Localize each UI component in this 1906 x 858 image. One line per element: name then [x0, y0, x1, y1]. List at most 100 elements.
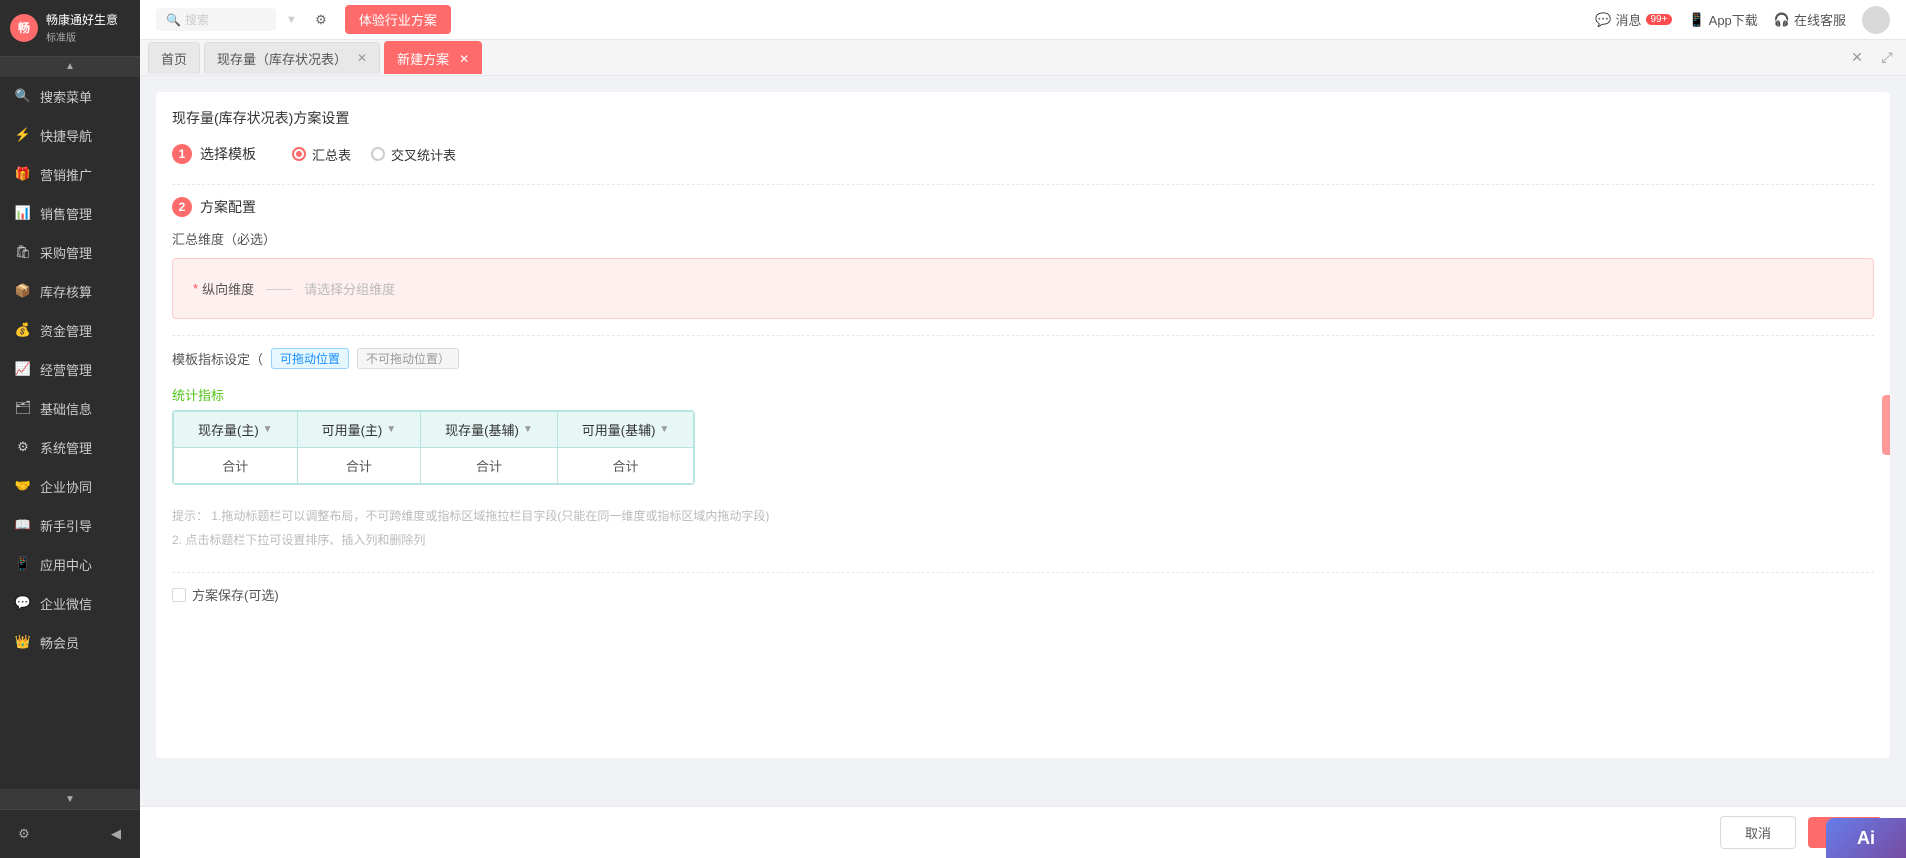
col-dropdown-3[interactable]: 可用量(基辅) ▼	[582, 420, 670, 439]
cell-3: 合计	[557, 448, 694, 484]
app-center-icon: 📱	[14, 555, 32, 573]
tab-new-plan[interactable]: 新建方案 ✕	[384, 41, 482, 74]
sidebar-item-quick-nav[interactable]: ⚡ 快捷导航	[0, 116, 140, 155]
headset-icon: 🎧	[1774, 12, 1790, 28]
expand-panel-button[interactable]: ⤢	[1876, 47, 1898, 69]
tab-close-inventory[interactable]: ✕	[357, 51, 367, 65]
sidebar-item-sales[interactable]: 📊 销售管理	[0, 194, 140, 233]
dimension-required-area: * 纵向维度 —— 请选择分组维度	[172, 258, 1874, 319]
marketing-icon: 🎁	[14, 165, 32, 183]
purchase-icon: 🛍	[14, 243, 32, 261]
col-dropdown-1[interactable]: 可用量(主) ▼	[322, 420, 397, 439]
finance-icon: 💰	[14, 321, 32, 339]
col-header-2[interactable]: 现存量(基辅) ▼	[421, 412, 558, 448]
app-download-button[interactable]: 📱 App下载	[1688, 10, 1757, 29]
cell-1: 合计	[297, 448, 421, 484]
tab-inventory-status[interactable]: 现存量（库存状况表） ✕	[204, 42, 380, 74]
save-checkbox[interactable]	[172, 588, 186, 602]
step1-section: 1 选择模板 汇总表 交叉统计表	[172, 144, 1874, 164]
col-header-3[interactable]: 可用量(基辅) ▼	[557, 412, 694, 448]
bottom-bar: 取消 查询	[140, 806, 1906, 858]
cancel-button[interactable]: 取消	[1720, 816, 1796, 849]
search-icon-header: 🔍	[166, 13, 181, 27]
sidebar-item-app-center[interactable]: 📱 应用中心	[0, 545, 140, 584]
phone-icon: 📱	[1688, 12, 1704, 28]
col-header-0[interactable]: 现存量(主) ▼	[174, 412, 298, 448]
col-dropdown-0[interactable]: 现存量(主) ▼	[198, 420, 273, 439]
radio-summary[interactable]: 汇总表	[292, 145, 351, 164]
sidebar-item-purchase[interactable]: 🛍 采购管理	[0, 233, 140, 272]
avatar[interactable]	[1862, 6, 1890, 34]
sidebar-bottom: ⚙ ◀	[0, 809, 140, 858]
quick-nav-icon: ⚡	[14, 126, 32, 144]
stats-section: 统计指标 现存量(主) ▼	[172, 385, 1874, 488]
chevron-down-icon-0: ▼	[263, 424, 273, 435]
sales-icon: 📊	[14, 204, 32, 222]
indicator-label: 模板指标设定（ 可拖动位置 不可拖动位置）	[172, 348, 1874, 369]
required-star: *	[193, 281, 198, 296]
sidebar-item-finance[interactable]: 💰 资金管理	[0, 311, 140, 350]
sidebar: 畅 畅康通好生意 标准版 ▲ 🔍 搜索菜单 ⚡ 快捷导航 🎁 营销推广 📊 销售…	[0, 0, 140, 858]
messages-button[interactable]: 💬 消息 99+	[1595, 10, 1672, 29]
step1-number: 1	[172, 144, 192, 164]
step1-header: 1 选择模板 汇总表 交叉统计表	[172, 144, 1874, 164]
sidebar-scroll-down[interactable]: ▼	[0, 789, 140, 809]
section-divider-2	[172, 335, 1874, 336]
header-right: 💬 消息 99+ 📱 App下载 🎧 在线客服	[1595, 6, 1890, 34]
logo-text: 畅康通好生意 标准版	[46, 12, 118, 44]
sidebar-item-marketing[interactable]: 🎁 营销推广	[0, 155, 140, 194]
draggable-badge: 可拖动位置	[271, 348, 349, 369]
sidebar-item-member[interactable]: 👑 畅会员	[0, 623, 140, 662]
step2-title: 方案配置	[200, 197, 256, 217]
wechat-icon: 💬	[14, 594, 32, 612]
sidebar-item-operations[interactable]: 📈 经营管理	[0, 350, 140, 389]
guide-icon: 📖	[14, 516, 32, 534]
sidebar-scroll-up[interactable]: ▲	[0, 57, 140, 77]
member-icon: 👑	[14, 633, 32, 651]
messages-badge: 99+	[1646, 14, 1673, 25]
online-service-button[interactable]: 🎧 在线客服	[1774, 10, 1846, 29]
tab-close-new-plan[interactable]: ✕	[459, 52, 469, 66]
header-left: 🔍 搜索 ▼ ⚙ 体验行业方案	[156, 5, 451, 34]
step1-title: 选择模板	[200, 144, 256, 164]
page-title: 现存量(库存状况表)方案设置	[172, 108, 1874, 128]
sidebar-item-search[interactable]: 🔍 搜索菜单	[0, 77, 140, 116]
search-icon: 🔍	[14, 87, 32, 105]
radio-dot-summary	[292, 147, 306, 161]
sidebar-item-wechat[interactable]: 💬 企业微信	[0, 584, 140, 623]
ai-badge[interactable]: Ai	[1826, 818, 1906, 858]
sidebar-item-inventory[interactable]: 📦 库存核算	[0, 272, 140, 311]
settings-button[interactable]: ⚙	[10, 820, 38, 848]
stats-table: 现存量(主) ▼ 可用量(主) ▼	[172, 410, 695, 485]
logo-icon: 畅	[10, 14, 38, 42]
tab-bar: 首页 现存量（库存状况表） ✕ 新建方案 ✕ ✕ ⤢	[140, 40, 1906, 76]
operations-icon: 📈	[14, 360, 32, 378]
dash-line: ——	[266, 281, 292, 296]
col-header-1[interactable]: 可用量(主) ▼	[297, 412, 421, 448]
tab-home[interactable]: 首页	[148, 42, 200, 74]
scroll-indicator	[1882, 395, 1890, 455]
message-icon: 💬	[1595, 12, 1611, 28]
basic-info-icon: 🗂	[14, 399, 32, 417]
radio-cross[interactable]: 交叉统计表	[371, 145, 456, 164]
top-header: 🔍 搜索 ▼ ⚙ 体验行业方案 💬 消息 99+ 📱 App下载 🎧 在线客服	[140, 0, 1906, 40]
cooperation-icon: 🤝	[14, 477, 32, 495]
sidebar-item-system[interactable]: ⚙ 系统管理	[0, 428, 140, 467]
trial-industry-button[interactable]: 体验行业方案	[345, 5, 451, 34]
header-gear-button[interactable]: ⚙	[307, 6, 335, 34]
col-dropdown-2[interactable]: 现存量(基辅) ▼	[445, 420, 533, 439]
tips-section: 提示： 1.拖动标题栏可以调整布局，不可跨维度或指标区域拖拉栏目字段(只能在同一…	[172, 504, 1874, 552]
close-panel-button[interactable]: ✕	[1846, 47, 1868, 69]
collapse-button[interactable]: ◀	[102, 820, 130, 848]
sidebar-item-guide[interactable]: 📖 新手引导	[0, 506, 140, 545]
header-search[interactable]: 🔍 搜索	[156, 8, 276, 31]
sidebar-item-cooperation[interactable]: 🤝 企业协同	[0, 467, 140, 506]
header-dropdown[interactable]: ▼	[286, 14, 297, 26]
sidebar-logo: 畅 畅康通好生意 标准版	[0, 0, 140, 57]
radio-dot-cross	[371, 147, 385, 161]
sidebar-item-basic-info[interactable]: 🗂 基础信息	[0, 389, 140, 428]
save-option: 方案保存(可选)	[172, 585, 1874, 604]
tips-line-2: 2. 点击标题栏下拉可设置排序、插入列和删除列	[172, 528, 1874, 552]
section-divider-1	[172, 184, 1874, 185]
chevron-down-icon-2: ▼	[523, 424, 533, 435]
